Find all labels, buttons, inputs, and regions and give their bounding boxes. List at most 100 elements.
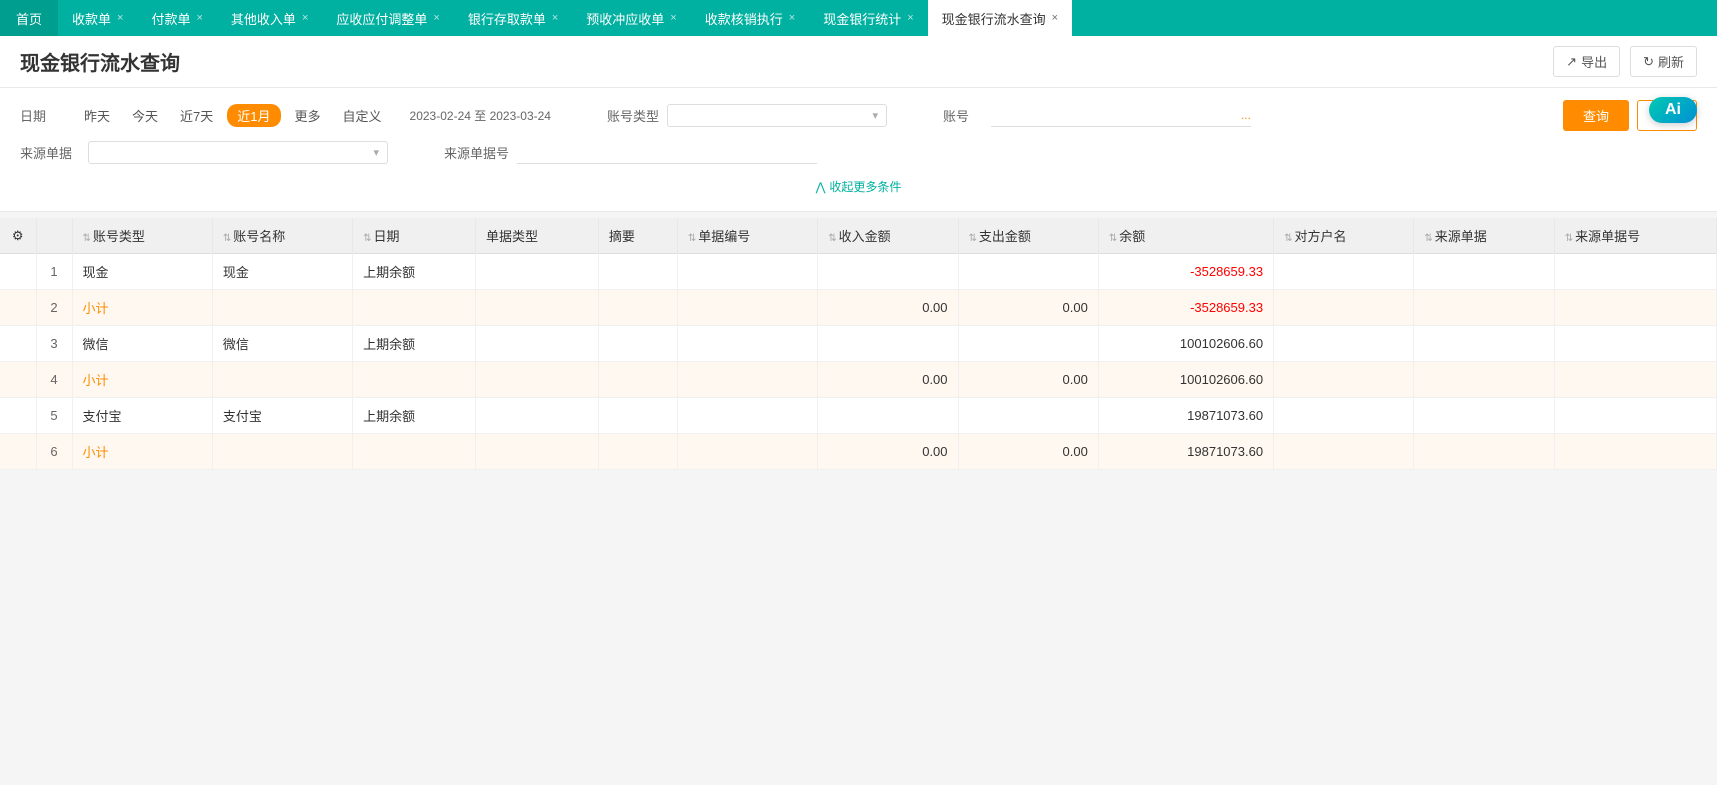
col-header-counterpart[interactable]: ⇅对方户名 xyxy=(1274,218,1414,254)
col-header-summary: 摘要 xyxy=(598,218,677,254)
cell-account_name: 现金 xyxy=(212,254,352,290)
page-title: 现金银行流水查询 xyxy=(20,47,180,76)
col-header-date[interactable]: ⇅日期 xyxy=(353,218,476,254)
cell-account_type: 微信 xyxy=(72,326,212,362)
cell-income xyxy=(818,254,958,290)
table-row: 6小计0.000.0019871073.60 xyxy=(0,434,1717,470)
source-doc-select[interactable]: ▾ xyxy=(88,141,388,164)
nav-item-other-income[interactable]: 其他收入单× xyxy=(217,0,322,36)
close-icon[interactable]: × xyxy=(302,12,308,24)
refresh-icon: ↻ xyxy=(1643,54,1654,70)
col-header-row_num xyxy=(36,218,72,254)
col-header-balance[interactable]: ⇅余额 xyxy=(1098,218,1273,254)
cell-summary xyxy=(598,362,677,398)
nav-item-receipt[interactable]: 收款单× xyxy=(58,0,137,36)
cell-source_doc_no xyxy=(1554,434,1716,470)
page-header: 现金银行流水查询 ↗ 导出 ↻ 刷新 xyxy=(0,36,1717,88)
nav-item-payment[interactable]: 付款单× xyxy=(137,0,216,36)
cell-source_doc_no xyxy=(1554,290,1716,326)
cell-doc_type xyxy=(475,290,598,326)
more-dots[interactable]: ... xyxy=(1241,108,1251,122)
cell-account_type: 小计 xyxy=(72,434,212,470)
cell-income xyxy=(818,326,958,362)
table-container: ⚙⇅账号类型⇅账号名称⇅日期单据类型摘要⇅单据编号⇅收入金额⇅支出金额⇅余额⇅对… xyxy=(0,218,1717,470)
cell-expense xyxy=(958,326,1098,362)
account-input[interactable] xyxy=(991,105,1237,126)
nav-item-home[interactable]: 首页 xyxy=(0,0,58,36)
cell-expense: 0.00 xyxy=(958,290,1098,326)
col-header-expense[interactable]: ⇅支出金额 xyxy=(958,218,1098,254)
cell-row_num: 3 xyxy=(36,326,72,362)
date-option-近1月[interactable]: 近1月 xyxy=(227,104,280,127)
query-button[interactable]: 查询 xyxy=(1563,100,1629,131)
source-doc-no-input[interactable] xyxy=(517,142,817,163)
col-header-doc_no[interactable]: ⇅单据编号 xyxy=(677,218,817,254)
date-option-自定义[interactable]: 自定义 xyxy=(335,104,390,127)
cell-summary xyxy=(598,326,677,362)
close-icon[interactable]: × xyxy=(117,12,123,24)
cell-source_doc_no xyxy=(1554,362,1716,398)
close-icon[interactable]: × xyxy=(552,12,558,24)
col-header-income[interactable]: ⇅收入金额 xyxy=(818,218,958,254)
cell-source_doc_no xyxy=(1554,254,1716,290)
date-options: 昨天今天近7天近1月更多自定义 xyxy=(76,104,390,127)
cell-row_num: 6 xyxy=(36,434,72,470)
cell-source_doc_no xyxy=(1554,398,1716,434)
cell-account_name: 微信 xyxy=(212,326,352,362)
close-icon[interactable]: × xyxy=(670,12,676,24)
cell-doc_type xyxy=(475,254,598,290)
cell-summary xyxy=(598,290,677,326)
cell-account_type: 现金 xyxy=(72,254,212,290)
cell-income: 0.00 xyxy=(818,434,958,470)
export-icon: ↗ xyxy=(1566,54,1577,70)
nav-item-prepay-offset[interactable]: 预收冲应收单× xyxy=(572,0,690,36)
close-icon[interactable]: × xyxy=(196,12,202,24)
gear-icon[interactable]: ⚙ xyxy=(12,228,24,243)
nav-item-bank-deposit[interactable]: 银行存取款单× xyxy=(454,0,572,36)
cell-balance: 19871073.60 xyxy=(1098,434,1273,470)
nav-item-ar-ap-adjust[interactable]: 应收应付调整单× xyxy=(322,0,453,36)
close-icon[interactable]: × xyxy=(1052,12,1058,24)
cell-counterpart xyxy=(1274,434,1414,470)
cell-account_name xyxy=(212,434,352,470)
col-header-gear: ⚙ xyxy=(0,218,36,254)
close-icon[interactable]: × xyxy=(433,12,439,24)
nav-item-cash-bank-flow[interactable]: 现金银行流水查询× xyxy=(928,0,1072,36)
table-row: 3微信微信上期余额100102606.60 xyxy=(0,326,1717,362)
col-header-source_doc_no[interactable]: ⇅来源单据号 xyxy=(1554,218,1716,254)
cell-balance: 100102606.60 xyxy=(1098,362,1273,398)
date-range: 2023-02-24 至 2023-03-24 xyxy=(410,107,551,124)
close-icon[interactable]: × xyxy=(789,12,795,24)
header-actions: ↗ 导出 ↻ 刷新 xyxy=(1553,46,1697,77)
close-icon[interactable]: × xyxy=(907,12,913,24)
ai-badge[interactable]: Ai xyxy=(1649,97,1697,123)
date-option-更多[interactable]: 更多 xyxy=(287,104,329,127)
cell-expense: 0.00 xyxy=(958,434,1098,470)
nav-item-receipt-verify[interactable]: 收款核销执行× xyxy=(691,0,809,36)
col-header-source_doc[interactable]: ⇅来源单据 xyxy=(1414,218,1554,254)
cell-doc_no xyxy=(677,362,817,398)
cell-doc_no xyxy=(677,290,817,326)
cell-balance: 100102606.60 xyxy=(1098,326,1273,362)
cell-gear xyxy=(0,290,36,326)
source-doc-no-label: 来源单据号 xyxy=(444,143,509,162)
account-type-select[interactable]: ▾ xyxy=(667,104,887,127)
date-option-近7天[interactable]: 近7天 xyxy=(172,104,221,127)
date-option-昨天[interactable]: 昨天 xyxy=(76,104,118,127)
date-label: 日期 xyxy=(20,106,60,125)
refresh-button[interactable]: ↻ 刷新 xyxy=(1630,46,1697,77)
account-label: 账号 xyxy=(943,106,983,125)
col-header-account_type[interactable]: ⇅账号类型 xyxy=(72,218,212,254)
cell-expense: 0.00 xyxy=(958,362,1098,398)
cell-account_type: 支付宝 xyxy=(72,398,212,434)
collapse-bar[interactable]: ⋀ 收起更多条件 xyxy=(20,174,1697,199)
col-header-account_name[interactable]: ⇅账号名称 xyxy=(212,218,352,254)
account-type-label: 账号类型 xyxy=(607,106,659,125)
export-button[interactable]: ↗ 导出 xyxy=(1553,46,1620,77)
nav-item-cash-bank-stat[interactable]: 现金银行统计× xyxy=(809,0,927,36)
cell-counterpart xyxy=(1274,290,1414,326)
date-option-今天[interactable]: 今天 xyxy=(124,104,166,127)
cell-doc_no xyxy=(677,254,817,290)
table-row: 5支付宝支付宝上期余额19871073.60 xyxy=(0,398,1717,434)
cell-account_name xyxy=(212,290,352,326)
